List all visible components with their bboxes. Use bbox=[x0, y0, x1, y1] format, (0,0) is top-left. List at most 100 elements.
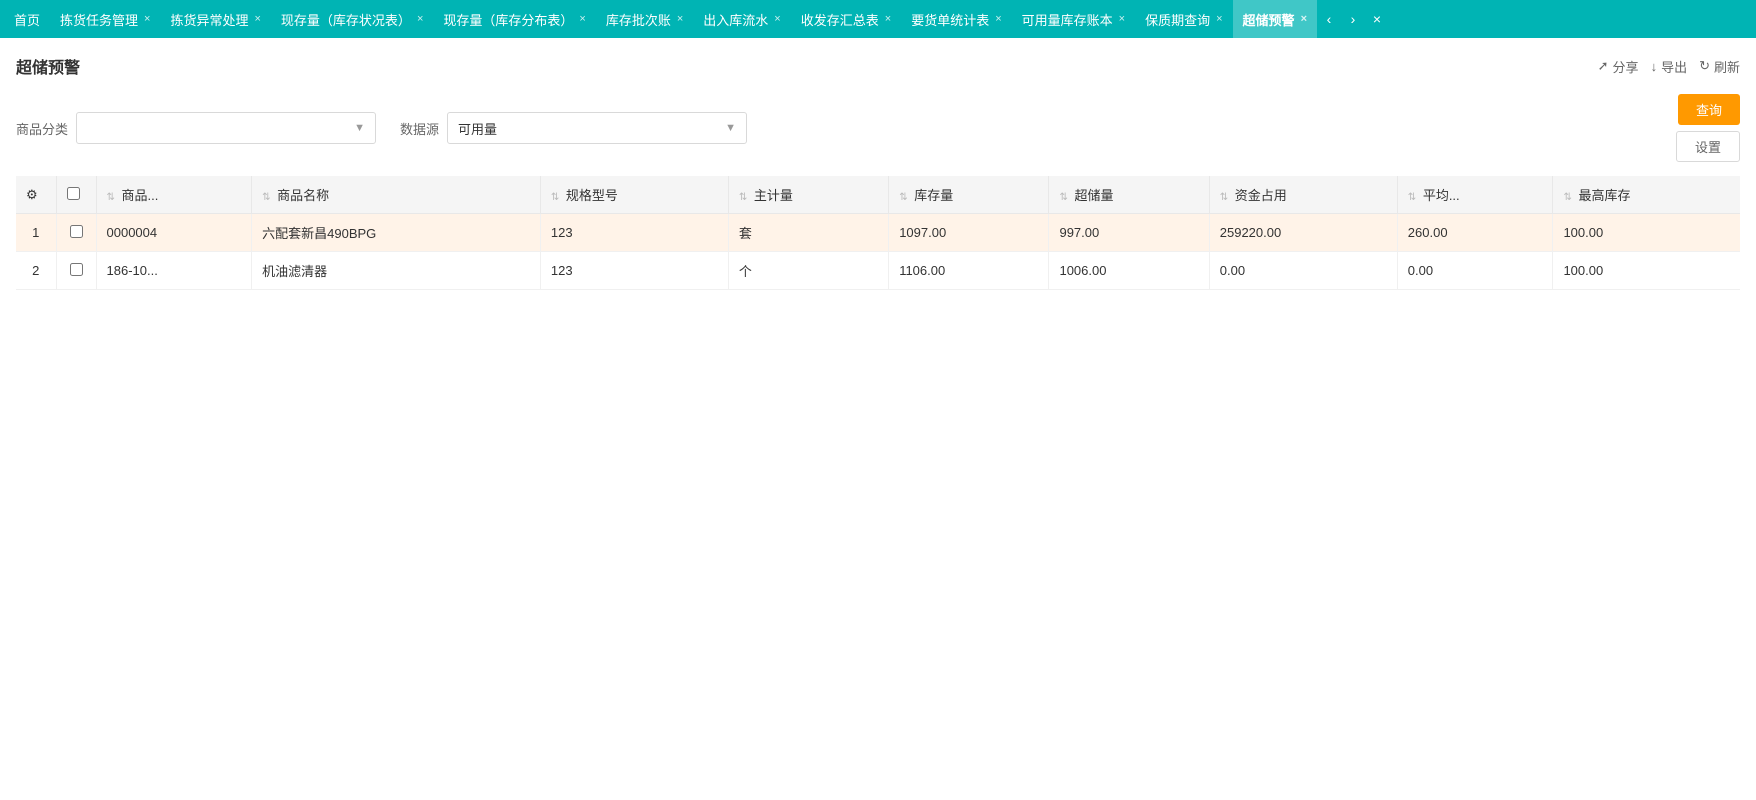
nav-stock-status-close[interactable]: × bbox=[417, 13, 423, 25]
nav-stock-dist[interactable]: 现存量（库存分布表） × bbox=[433, 0, 595, 38]
nav-batch-account-label: 库存批次账 bbox=[606, 10, 671, 29]
th-overstock[interactable]: ⇅ 超储量 bbox=[1049, 176, 1209, 214]
row1-product-name: 六配套新昌490BPG bbox=[252, 214, 541, 252]
export-icon: ↓ bbox=[1651, 59, 1658, 74]
nav-overstock[interactable]: 超储预警 × bbox=[1233, 0, 1317, 38]
nav-summary-label: 收发存汇总表 bbox=[801, 10, 879, 29]
datasource-label: 数据源 bbox=[400, 119, 439, 138]
datasource-chevron-icon: ▼ bbox=[725, 122, 736, 134]
nav-stock-status[interactable]: 现存量（库存状况表） × bbox=[271, 0, 433, 38]
nav-exception[interactable]: 拣货异常处理 × bbox=[160, 0, 270, 38]
row1-unit: 套 bbox=[728, 214, 888, 252]
th-settings[interactable]: ⚙ bbox=[16, 176, 56, 214]
th-product-code-label: 商品... bbox=[122, 188, 159, 203]
nav-available-stock[interactable]: 可用量库存账本 × bbox=[1012, 0, 1135, 38]
table-body: 1 0000004 六配套新昌490BPG 123 套 1097.00 997.… bbox=[16, 214, 1740, 290]
row2-checkbox[interactable] bbox=[70, 263, 83, 276]
nav-available-stock-close[interactable]: × bbox=[1119, 13, 1125, 25]
th-spec[interactable]: ⇅ 规格型号 bbox=[540, 176, 728, 214]
nav-close-all-btn[interactable]: × bbox=[1365, 0, 1389, 38]
export-action[interactable]: ↓ 导出 bbox=[1651, 57, 1688, 76]
sort-icon-stock: ⇅ bbox=[899, 192, 907, 203]
nav-home-label: 首页 bbox=[14, 10, 40, 29]
datasource-value: 可用量 bbox=[458, 119, 497, 138]
nav-task-mgmt-label: 拣货任务管理 bbox=[60, 10, 138, 29]
settings-gear-icon[interactable]: ⚙ bbox=[26, 187, 38, 202]
th-max-stock[interactable]: ⇅ 最高库存 bbox=[1553, 176, 1740, 214]
nav-task-mgmt[interactable]: 拣货任务管理 × bbox=[50, 0, 160, 38]
nav-inout-flow-label: 出入库流水 bbox=[703, 10, 768, 29]
row2-product-code: 186-10... bbox=[96, 252, 252, 290]
row2-spec: 123 bbox=[540, 252, 728, 290]
nav-inout-flow-close[interactable]: × bbox=[774, 13, 780, 25]
nav-inout-flow[interactable]: 出入库流水 × bbox=[693, 0, 790, 38]
sort-icon-avg: ⇅ bbox=[1408, 192, 1416, 203]
th-capital-label: 资金占用 bbox=[1235, 188, 1287, 203]
nav-next-btn[interactable]: › bbox=[1341, 0, 1365, 38]
filter-row: 商品分类 ▼ 数据源 可用量 ▼ 查询 设置 bbox=[16, 94, 1740, 162]
th-unit[interactable]: ⇅ 主计量 bbox=[728, 176, 888, 214]
th-overstock-label: 超储量 bbox=[1074, 188, 1113, 203]
row2-stock: 1106.00 bbox=[889, 252, 1049, 290]
sort-icon-spec: ⇅ bbox=[551, 192, 559, 203]
nav-requisition-close[interactable]: × bbox=[995, 13, 1001, 25]
nav-expiry-close[interactable]: × bbox=[1216, 13, 1222, 25]
datasource-select[interactable]: 可用量 ▼ bbox=[447, 112, 747, 144]
th-checkbox[interactable] bbox=[56, 176, 96, 214]
query-button[interactable]: 查询 bbox=[1678, 94, 1740, 125]
row1-num: 1 bbox=[16, 214, 56, 252]
nav-exception-label: 拣货异常处理 bbox=[170, 10, 248, 29]
nav-summary-close[interactable]: × bbox=[885, 13, 891, 25]
share-icon: ➚ bbox=[1598, 58, 1609, 74]
th-stock[interactable]: ⇅ 库存量 bbox=[889, 176, 1049, 214]
nav-batch-account[interactable]: 库存批次账 × bbox=[596, 0, 693, 38]
nav-prev-btn[interactable]: ‹ bbox=[1317, 0, 1341, 38]
nav-overstock-label: 超储预警 bbox=[1243, 10, 1295, 29]
row1-capital: 259220.00 bbox=[1209, 214, 1397, 252]
nav-requisition-label: 要货单统计表 bbox=[911, 10, 989, 29]
nav-stock-dist-close[interactable]: × bbox=[579, 13, 585, 25]
row2-unit: 个 bbox=[728, 252, 888, 290]
row1-max-stock: 100.00 bbox=[1553, 214, 1740, 252]
sort-icon-product-code: ⇅ bbox=[107, 192, 115, 203]
sort-icon-overstock: ⇅ bbox=[1059, 192, 1067, 203]
th-product-name[interactable]: ⇅ 商品名称 bbox=[252, 176, 541, 214]
nav-summary[interactable]: 收发存汇总表 × bbox=[791, 0, 901, 38]
row2-overstock: 1006.00 bbox=[1049, 252, 1209, 290]
row1-avg: 260.00 bbox=[1397, 214, 1553, 252]
th-avg-label: 平均... bbox=[1423, 188, 1460, 203]
filter-actions: 查询 设置 bbox=[1676, 94, 1740, 162]
nav-task-mgmt-close[interactable]: × bbox=[144, 13, 150, 25]
topbar: 首页 拣货任务管理 × 拣货异常处理 × 现存量（库存状况表） × 现存量（库存… bbox=[0, 0, 1756, 38]
table-row: 2 186-10... 机油滤清器 123 个 1106.00 1006.00 … bbox=[16, 252, 1740, 290]
nav-expiry-label: 保质期查询 bbox=[1145, 10, 1210, 29]
select-all-checkbox[interactable] bbox=[67, 187, 80, 200]
page-title: 超储预警 bbox=[16, 54, 80, 78]
table-head: ⚙ ⇅ 商品... ⇅ 商品名称 ⇅ 规格型号 ⇅ bbox=[16, 176, 1740, 214]
th-product-code[interactable]: ⇅ 商品... bbox=[96, 176, 252, 214]
th-avg[interactable]: ⇅ 平均... bbox=[1397, 176, 1553, 214]
refresh-action[interactable]: ↻ 刷新 bbox=[1699, 57, 1740, 76]
refresh-icon: ↻ bbox=[1699, 58, 1710, 74]
nav-exception-close[interactable]: × bbox=[254, 13, 260, 25]
nav-batch-account-close[interactable]: × bbox=[677, 13, 683, 25]
category-select[interactable]: ▼ bbox=[76, 112, 376, 144]
share-action[interactable]: ➚ 分享 bbox=[1598, 57, 1639, 76]
nav-requisition[interactable]: 要货单统计表 × bbox=[901, 0, 1011, 38]
page-actions: ➚ 分享 ↓ 导出 ↻ 刷新 bbox=[1598, 57, 1740, 76]
export-label: 导出 bbox=[1661, 57, 1687, 76]
nav-home[interactable]: 首页 bbox=[4, 0, 50, 38]
row1-checkbox-cell[interactable] bbox=[56, 214, 96, 252]
row2-checkbox-cell[interactable] bbox=[56, 252, 96, 290]
nav-expiry[interactable]: 保质期查询 × bbox=[1135, 0, 1232, 38]
settings-button[interactable]: 设置 bbox=[1676, 131, 1740, 162]
refresh-label: 刷新 bbox=[1714, 57, 1740, 76]
page-header: 超储预警 ➚ 分享 ↓ 导出 ↻ 刷新 bbox=[16, 54, 1740, 78]
th-max-stock-label: 最高库存 bbox=[1578, 188, 1630, 203]
row1-checkbox[interactable] bbox=[70, 225, 83, 238]
row2-capital: 0.00 bbox=[1209, 252, 1397, 290]
row1-overstock: 997.00 bbox=[1049, 214, 1209, 252]
th-capital[interactable]: ⇅ 资金占用 bbox=[1209, 176, 1397, 214]
row2-num: 2 bbox=[16, 252, 56, 290]
nav-overstock-close[interactable]: × bbox=[1301, 13, 1307, 25]
